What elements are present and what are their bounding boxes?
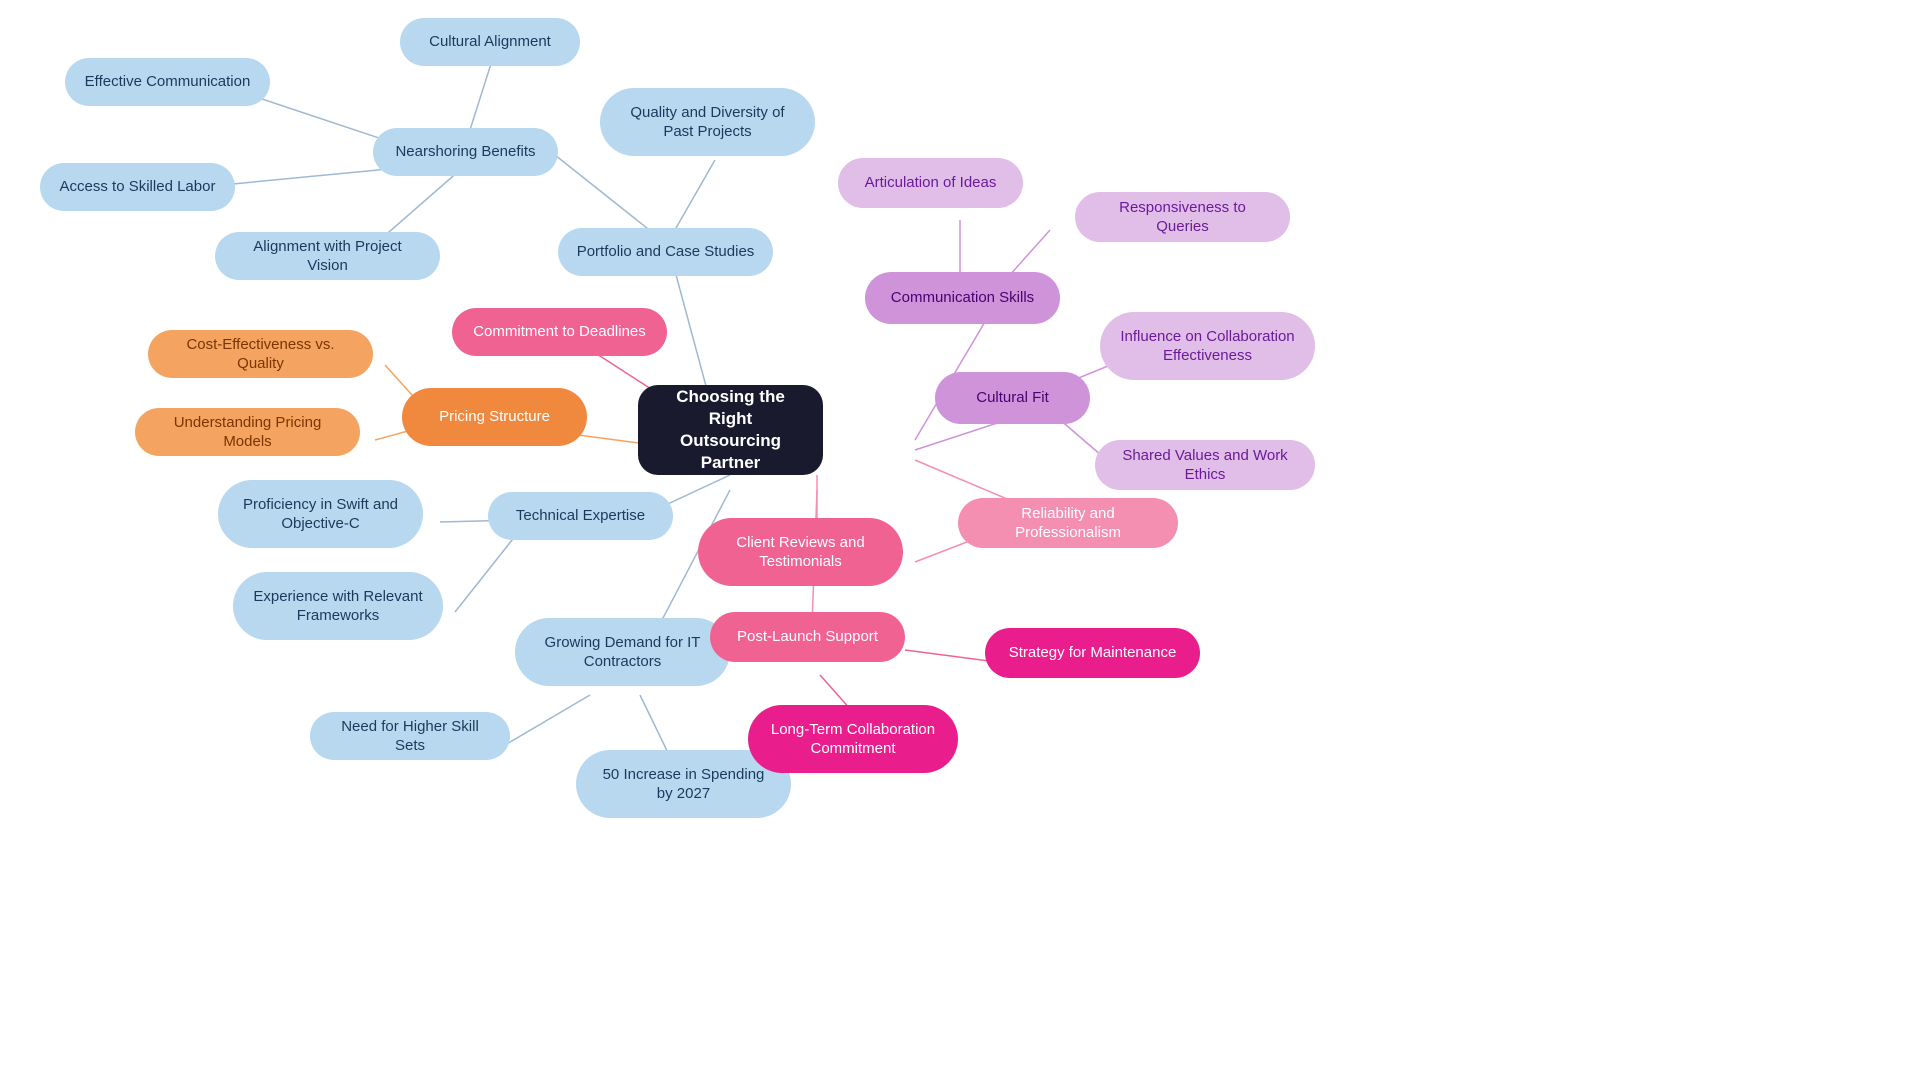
node-shared-values[interactable]: Shared Values and Work Ethics — [1095, 440, 1315, 490]
node-cultural-fit[interactable]: Cultural Fit — [935, 372, 1090, 424]
node-growing-demand[interactable]: Growing Demand for IT Contractors — [515, 618, 730, 686]
node-understanding-pricing[interactable]: Understanding Pricing Models — [135, 408, 360, 456]
node-need-higher-skills[interactable]: Need for Higher Skill Sets — [310, 712, 510, 760]
node-communication-skills[interactable]: Communication Skills — [865, 272, 1060, 324]
node-responsiveness[interactable]: Responsiveness to Queries — [1075, 192, 1290, 242]
node-reliability[interactable]: Reliability and Professionalism — [958, 498, 1178, 548]
node-client-reviews[interactable]: Client Reviews and Testimonials — [698, 518, 903, 586]
node-alignment-project-vision[interactable]: Alignment with Project Vision — [215, 232, 440, 280]
node-cultural-alignment[interactable]: Cultural Alignment — [400, 18, 580, 66]
node-access-skilled-labor[interactable]: Access to Skilled Labor — [40, 163, 235, 211]
node-articulation-ideas[interactable]: Articulation of Ideas — [838, 158, 1023, 208]
node-post-launch[interactable]: Post-Launch Support — [710, 612, 905, 662]
node-nearshoring-benefits[interactable]: Nearshoring Benefits — [373, 128, 558, 176]
node-commitment-deadlines[interactable]: Commitment to Deadlines — [452, 308, 667, 356]
node-experience-frameworks[interactable]: Experience with Relevant Frameworks — [233, 572, 443, 640]
center-node[interactable]: Choosing the Right Outsourcing Partner — [638, 385, 823, 475]
node-effective-communication[interactable]: Effective Communication — [65, 58, 270, 106]
node-influence-collaboration[interactable]: Influence on Collaboration Effectiveness — [1100, 312, 1315, 380]
node-technical-expertise[interactable]: Technical Expertise — [488, 492, 673, 540]
node-strategy-maintenance[interactable]: Strategy for Maintenance — [985, 628, 1200, 678]
node-cost-effectiveness[interactable]: Cost-Effectiveness vs. Quality — [148, 330, 373, 378]
node-pricing-structure[interactable]: Pricing Structure — [402, 388, 587, 446]
node-quality-diversity[interactable]: Quality and Diversity of Past Projects — [600, 88, 815, 156]
node-long-term[interactable]: Long-Term Collaboration Commitment — [748, 705, 958, 773]
node-proficiency-swift[interactable]: Proficiency in Swift and Objective-C — [218, 480, 423, 548]
node-portfolio-case-studies[interactable]: Portfolio and Case Studies — [558, 228, 773, 276]
